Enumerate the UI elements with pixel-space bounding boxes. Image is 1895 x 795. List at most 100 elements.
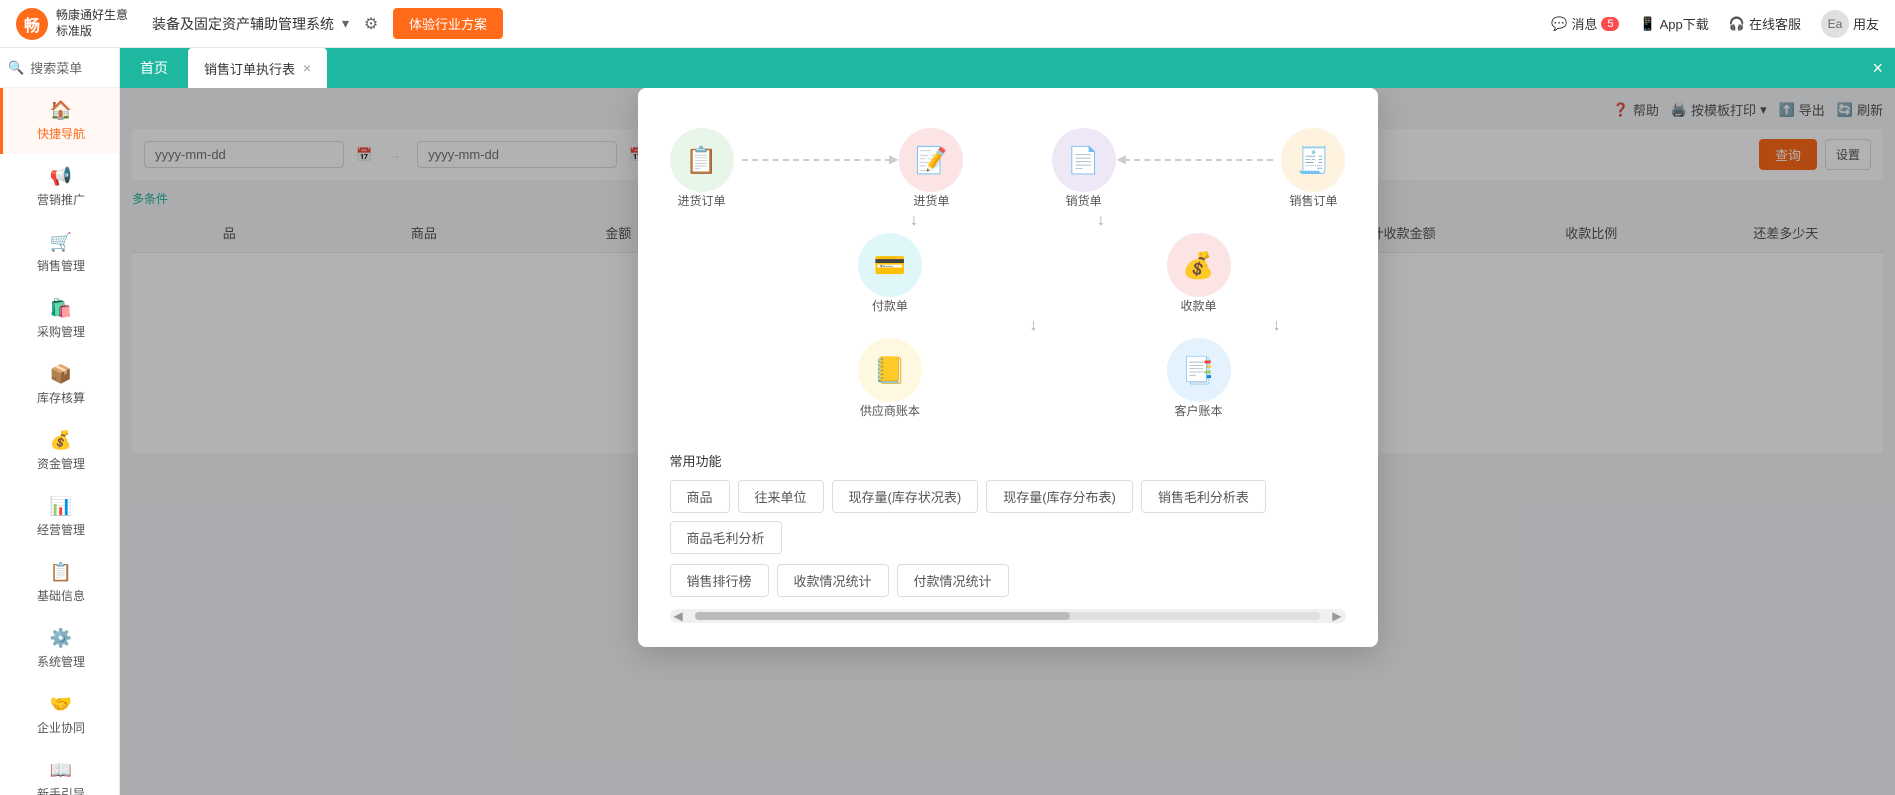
logo-area: 畅 畅康通好生意 标准版 (16, 8, 136, 40)
message-item[interactable]: 💬 消息 5 (1551, 14, 1619, 33)
system-title-area: 装备及固定资产辅助管理系统 ▾ ⚙ (152, 10, 385, 38)
avatar: Ea (1821, 10, 1849, 38)
finance-icon: 💰 (50, 430, 72, 451)
func-btn-1[interactable]: 往来单位 (738, 480, 824, 513)
sales-icon: 🛒 (50, 232, 72, 253)
tab-bar-close-btn[interactable]: × (1872, 58, 1883, 79)
func-btn-5[interactable]: 商品毛利分析 (670, 521, 782, 554)
header-right: 💬 消息 5 📱 App下载 🎧 在线客服 Ea 用友 (1551, 10, 1879, 38)
user-item[interactable]: Ea 用友 (1821, 10, 1879, 38)
purchase-order-icon: 📋 (685, 145, 717, 176)
sidebar-item-newbie[interactable]: 📖 新手引导 (0, 748, 119, 795)
customer-ledger-circle: 📑 (1167, 338, 1231, 402)
sidebar: 🔍 搜索菜单 🏠 快捷导航 📢 营销推广 🛒 销售管理 🛍️ 采购管理 📦 库存… (0, 48, 120, 795)
enterprise-icon: 🤝 (50, 694, 72, 715)
sales-bill-circle: 📄 (1052, 128, 1116, 192)
purchase-order-label: 进货订单 (677, 192, 725, 209)
message-badge: 5 (1601, 17, 1619, 31)
supplier-ledger-circle: 📒 (858, 338, 922, 402)
workflow-container: 📋 进货订单 ▶ (670, 112, 1346, 451)
tab-bar: 首页 销售订单执行表 × × (120, 48, 1895, 88)
tab-close-btn[interactable]: × (303, 61, 311, 75)
modal-overlay: 📋 进货订单 ▶ (120, 88, 1895, 795)
search-icon: 🔍 (8, 60, 24, 76)
page-content: ❓ 帮助 🖨️ 按模板打印 ▾ ⬆️ 导出 🔄 刷新 (120, 88, 1895, 795)
sidebar-item-inventory[interactable]: 📦 库存核算 (0, 352, 119, 418)
sidebar-item-basic-info[interactable]: 📋 基础信息 (0, 550, 119, 616)
func-btn-2[interactable]: 现存量(库存状况表) (832, 480, 979, 513)
sidebar-item-purchase[interactable]: 🛍️ 采购管理 (0, 286, 119, 352)
payment-down-arrow: ↓ (1030, 318, 1038, 334)
func-btn-7[interactable]: 收款情况统计 (777, 564, 889, 597)
func-btn-3[interactable]: 现存量(库存分布表) (986, 480, 1133, 513)
customer-ledger-icon: 📑 (1182, 355, 1214, 386)
system-title-dropdown[interactable]: ▾ (342, 15, 349, 32)
sales-order-icon: 🧾 (1297, 145, 1329, 176)
func-btn-6[interactable]: 销售排行榜 (670, 564, 769, 597)
func-btn-0[interactable]: 商品 (670, 480, 730, 513)
top-header: 畅 畅康通好生意 标准版 装备及固定资产辅助管理系统 ▾ ⚙ 体验行业方案 💬 … (0, 0, 1895, 48)
wf-supplier-ledger: 📒 供应商账本 (858, 338, 922, 419)
wf-sales-bill: 📄 销货单 (1052, 128, 1116, 209)
sales-bill-icon: 📄 (1067, 145, 1099, 176)
receipt-circle: 💰 (1167, 233, 1231, 297)
wf-customer-ledger: 📑 客户账本 (1167, 338, 1231, 419)
inventory-icon: 📦 (50, 364, 72, 385)
payment-icon: 💳 (874, 250, 906, 281)
sidebar-item-quick-nav[interactable]: 🏠 快捷导航 (0, 88, 119, 154)
basic-info-icon: 📋 (50, 562, 72, 583)
system-icon: ⚙️ (50, 628, 72, 649)
tab-sales-order[interactable]: 销售订单执行表 × (188, 48, 327, 88)
func-buttons-row2: 销售排行榜 收款情况统计 付款情况统计 (670, 564, 1346, 597)
modal: 📋 进货订单 ▶ (638, 88, 1378, 647)
quick-nav-icon: 🏠 (50, 100, 72, 121)
scroll-right-arrow[interactable]: ▶ (1328, 609, 1345, 623)
sidebar-item-enterprise[interactable]: 🤝 企业协同 (0, 682, 119, 748)
message-icon: 💬 (1551, 16, 1567, 32)
logo-icon: 畅 (16, 8, 48, 40)
system-title-text: 装备及固定资产辅助管理系统 (152, 14, 334, 34)
sales-order-circle: 🧾 (1281, 128, 1345, 192)
purchase-order-circle: 📋 (670, 128, 734, 192)
sidebar-item-system[interactable]: ⚙️ 系统管理 (0, 616, 119, 682)
download-icon: 📱 (1639, 16, 1655, 32)
content-area: 首页 销售订单执行表 × × ❓ 帮助 🖨️ 按模板打印 ▾ (120, 48, 1895, 795)
operations-icon: 📊 (50, 496, 72, 517)
sales-bill-down-arrow: ↓ (1097, 213, 1105, 229)
wf-sales-order: 🧾 销售订单 (1281, 128, 1345, 209)
sidebar-item-finance[interactable]: 💰 资金管理 (0, 418, 119, 484)
wf-purchase-bill: 📝 进货单 (899, 128, 963, 209)
trial-button[interactable]: 体验行业方案 (393, 8, 503, 39)
scroll-track (695, 612, 1321, 620)
scroll-thumb[interactable] (695, 612, 1070, 620)
purchase-bill-down-arrow: ↓ (910, 213, 918, 229)
purchase-icon: 🛍️ (50, 298, 72, 319)
func-btn-4[interactable]: 销售毛利分析表 (1141, 480, 1266, 513)
wf-payment: 💳 付款单 (858, 233, 922, 314)
newbie-icon: 📖 (50, 760, 72, 781)
tab-home[interactable]: 首页 (120, 48, 188, 88)
gear-icon[interactable]: ⚙ (357, 10, 385, 38)
receipt-icon: 💰 (1182, 250, 1214, 281)
sidebar-search[interactable]: 🔍 搜索菜单 (0, 48, 119, 88)
common-functions-title: 常用功能 (670, 451, 1346, 470)
payment-circle: 💳 (858, 233, 922, 297)
scroll-left-arrow[interactable]: ◀ (670, 609, 687, 623)
modal-scrollbar[interactable]: ◀ ▶ (670, 609, 1346, 623)
sidebar-item-sales[interactable]: 🛒 销售管理 (0, 220, 119, 286)
func-btn-8[interactable]: 付款情况统计 (897, 564, 1009, 597)
sidebar-item-marketing[interactable]: 📢 营销推广 (0, 154, 119, 220)
purchase-bill-label: 进货单 (913, 192, 949, 209)
main-layout: 🔍 搜索菜单 🏠 快捷导航 📢 营销推广 🛒 销售管理 🛍️ 采购管理 📦 库存… (0, 48, 1895, 795)
marketing-icon: 📢 (50, 166, 72, 187)
receipt-down-arrow: ↓ (1273, 318, 1281, 334)
online-service-item[interactable]: 🎧 在线客服 (1729, 14, 1801, 33)
sales-order-label: 销售订单 (1289, 192, 1337, 209)
app-download-item[interactable]: 📱 App下载 (1639, 14, 1708, 33)
supplier-ledger-label: 供应商账本 (860, 402, 920, 419)
func-buttons-row1: 商品 往来单位 现存量(库存状况表) 现存量(库存分布表) 销售毛利分析表 商品… (670, 480, 1346, 554)
wf-purchase-order: 📋 进货订单 (670, 128, 734, 209)
purchase-bill-icon: 📝 (915, 145, 947, 176)
sales-bill-label: 销货单 (1066, 192, 1102, 209)
sidebar-item-operations[interactable]: 📊 经营管理 (0, 484, 119, 550)
